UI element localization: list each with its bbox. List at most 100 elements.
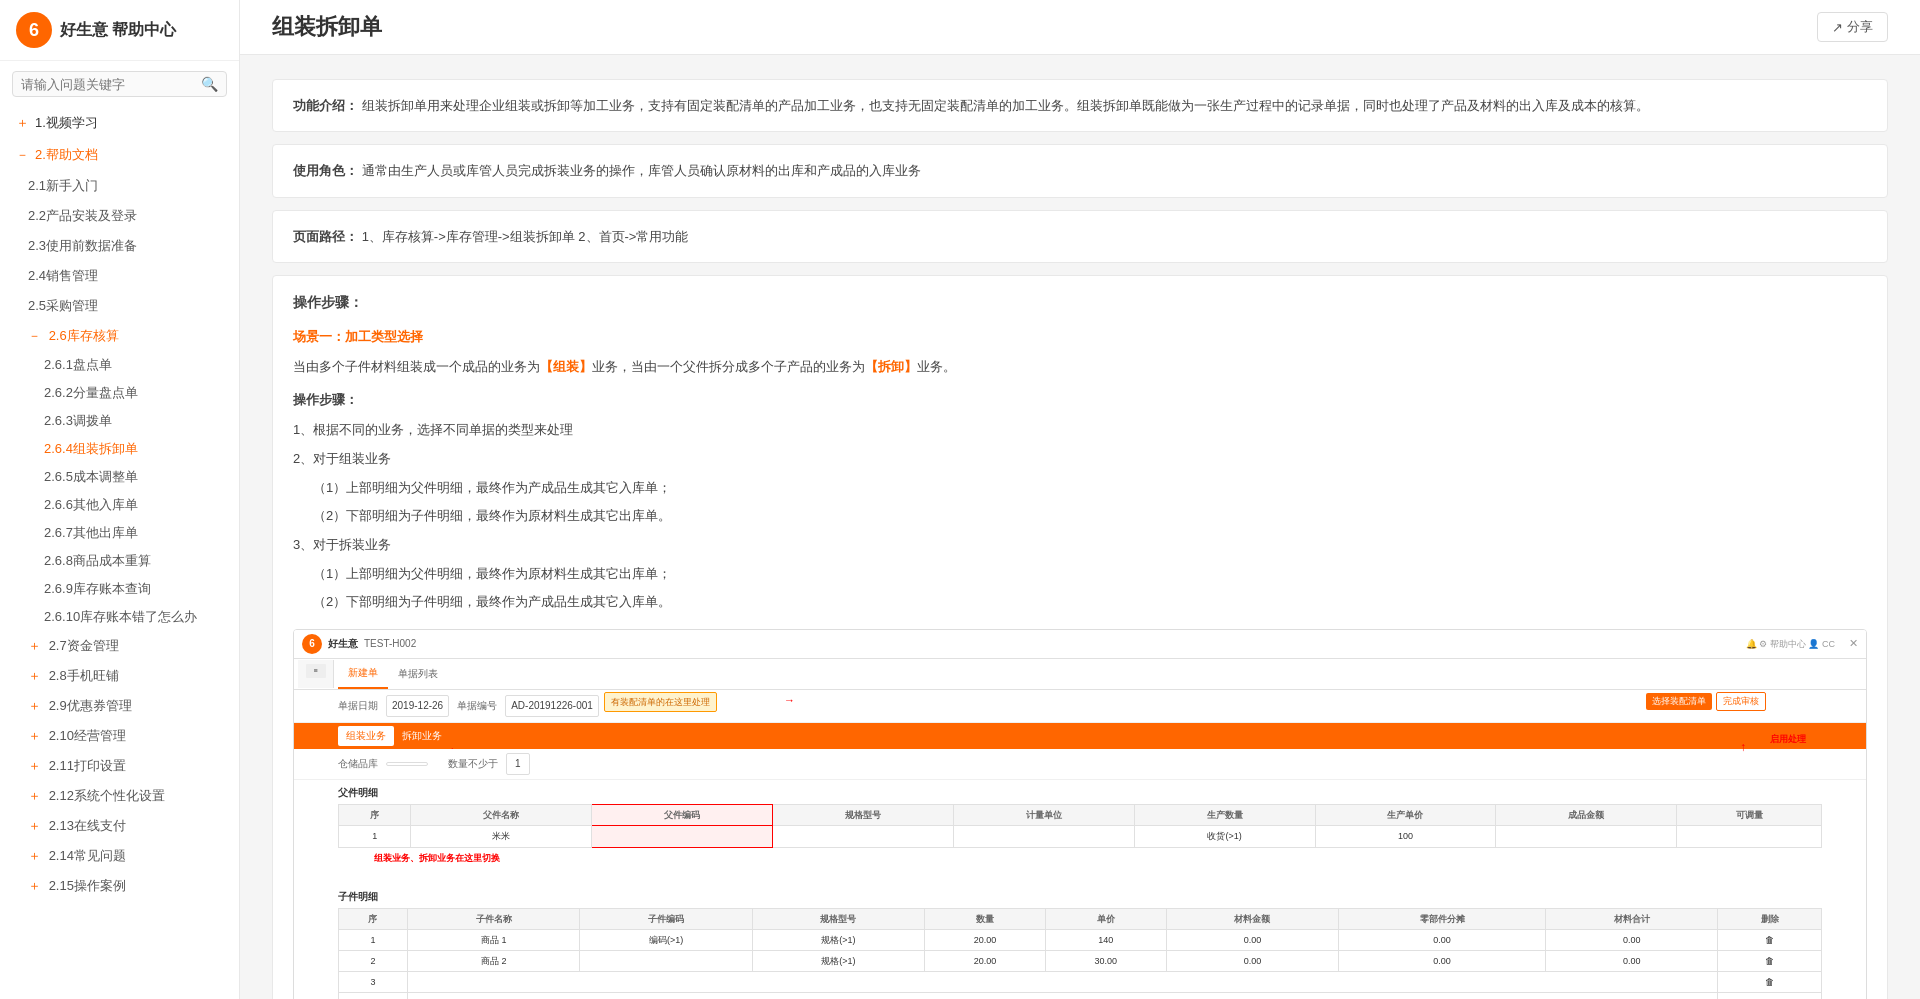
sim-lth-child-name: 子件名称 <box>407 908 579 929</box>
sim-ltd-mat1: 0.00 <box>1166 929 1338 950</box>
sim-lower-table: 序 子件名称 子件编码 规格型号 数量 单价 材料金额 零部件分摊 材料合计 <box>338 908 1822 999</box>
sim-td-seq: 1 <box>339 826 411 847</box>
step3-sub1: （1）上部明细为父件明细，最终作为原材料生成其它出库单； <box>313 562 1867 585</box>
search-box[interactable]: 🔍 <box>12 71 227 97</box>
sim-lth-child-code: 子件编码 <box>580 908 752 929</box>
page-title: 组装拆卸单 <box>272 12 382 42</box>
sidebar-item-2-12-label: 2.12系统个性化设置 <box>49 788 165 803</box>
sidebar-item-2-3[interactable]: 2.3使用前数据准备 <box>28 231 239 261</box>
sidebar-item-2-7[interactable]: ＋ 2.7资金管理 <box>28 631 239 661</box>
sim-ltd-empty4 <box>407 993 1718 999</box>
sim-action-btns: 选择装配清单 完成审核 <box>1646 692 1766 711</box>
sim-ltd-total1: 0.00 <box>1546 929 1718 950</box>
sim-orange-type-bar: 组装业务 拆卸业务 组装业务、拆卸业务在这里切换 ↑ <box>294 723 1866 749</box>
sim-screenshot: 6 好生意 TEST-H002 🔔 ⚙ 帮助中心 👤 CC ✕ ≡ 新建单 <box>294 630 1866 999</box>
sim-date-value: 2019-12-26 <box>386 695 449 717</box>
sim-tab-list[interactable]: 单据列表 <box>388 660 448 688</box>
role-section: 使用角色： 通常由生产人员或库管人员完成拆装业务的操作，库管人员确认原材料的出库… <box>272 144 1888 197</box>
sidebar-item-2-6-1[interactable]: 2.6.1盘点单 <box>44 351 239 379</box>
sidebar-item-2-6-10[interactable]: 2.6.10库存账本错了怎么办 <box>44 603 239 631</box>
sim-btn-confirm[interactable]: 完成审核 <box>1716 692 1766 711</box>
intro-section: 功能介绍： 组装拆卸单用来处理企业组装或拆卸等加工业务，支持有固定装配清单的产品… <box>272 79 1888 132</box>
table-row: 3 🗑 <box>339 972 1822 993</box>
sidebar-item-2-4[interactable]: 2.4销售管理 <box>28 261 239 291</box>
sim-notice-text: 有装配清单的在这里处理 <box>604 692 717 712</box>
sim-lower-table-title: 子件明细 <box>338 886 1822 908</box>
sim-nav-icon-1: ≡ <box>306 664 326 678</box>
sidebar-item-2-5[interactable]: 2.5采购管理 <box>28 291 239 321</box>
minus-icon-2-6: － <box>28 328 41 343</box>
sidebar-item-2-6-4[interactable]: 2.6.4组装拆卸单 <box>44 435 239 463</box>
sim-ltd-seq3: 3 <box>339 972 408 993</box>
sidebar-item-2-13-label: 2.13在线支付 <box>49 818 126 833</box>
sim-warehouse-input[interactable] <box>386 762 428 766</box>
sidebar-item-2-6-9[interactable]: 2.6.9库存账本查询 <box>44 575 239 603</box>
sidebar-item-2-11[interactable]: ＋ 2.11打印设置 <box>28 751 239 781</box>
screenshot-container: 6 好生意 TEST-H002 🔔 ⚙ 帮助中心 👤 CC ✕ ≡ 新建单 <box>293 629 1867 999</box>
sim-ltd-del3[interactable]: 🗑 <box>1718 972 1822 993</box>
role-label: 使用角色： <box>293 163 358 178</box>
sidebar-item-2-2[interactable]: 2.2产品安装及登录 <box>28 201 239 231</box>
search-input[interactable] <box>21 77 201 92</box>
sim-ltd-del2[interactable]: 🗑 <box>1718 951 1822 972</box>
sidebar-item-2-6-6[interactable]: 2.6.6其他入库单 <box>44 491 239 519</box>
sim-brand: 好生意 <box>328 635 358 653</box>
sim-td-parent-code[interactable] <box>592 826 773 847</box>
sidebar-item-2-14[interactable]: ＋ 2.14常见问题 <box>28 841 239 871</box>
sim-tabs: 新建单 单据列表 <box>334 659 1862 689</box>
sim-td-parent-name: 米米 <box>411 826 592 847</box>
sim-qty-input[interactable]: 1 <box>506 753 530 775</box>
app-logo: 6 <box>16 12 52 48</box>
sim-type-disassemble[interactable]: 拆卸业务 <box>402 727 442 745</box>
sidebar-item-2-8[interactable]: ＋ 2.8手机旺铺 <box>28 661 239 691</box>
sidebar-item-2-6-3[interactable]: 2.6.3调拨单 <box>44 407 239 435</box>
ops-section: 操作步骤： 场景一：加工类型选择 当由多个子件材料组装成一个成品的业务为【组装】… <box>272 275 1888 999</box>
sidebar-item-2-6-7[interactable]: 2.6.7其他出库单 <box>44 519 239 547</box>
sim-tab-new[interactable]: 新建单 <box>338 659 388 689</box>
sidebar-item-2-12[interactable]: ＋ 2.12系统个性化设置 <box>28 781 239 811</box>
sim-lower-table-body: 1 商品 1 编码(>1) 规格(>1) 20.00 140 0.00 0.00… <box>339 929 1822 999</box>
sidebar-header: 6 好生意 帮助中心 <box>0 0 239 61</box>
sidebar-item-2-6-5[interactable]: 2.6.5成本调整单 <box>44 463 239 491</box>
sim-lth-spec: 规格型号 <box>752 908 924 929</box>
sidebar-item-2-6[interactable]: － 2.6库存核算 <box>28 321 239 351</box>
step2-sub1: （1）上部明细为父件明细，最终作为产成品生成其它入库单； <box>313 476 1867 499</box>
step2-sub2: （2）下部明细为子件明细，最终作为原材料生成其它出库单。 <box>313 504 1867 527</box>
sidebar-item-2-8-label: 2.8手机旺铺 <box>49 668 119 683</box>
sidebar-item-2-9[interactable]: ＋ 2.9优惠券管理 <box>28 691 239 721</box>
sim-close-icon[interactable]: ✕ <box>1849 634 1858 654</box>
path-label: 页面路径： <box>293 229 358 244</box>
sidebar-item-2-1[interactable]: 2.1新手入门 <box>28 171 239 201</box>
search-icon[interactable]: 🔍 <box>201 76 218 92</box>
sim-order-value: AD-20191226-001 <box>505 695 599 717</box>
ops-title: 操作步骤： <box>293 290 1867 315</box>
sim-ltd-name2: 商品 2 <box>407 951 579 972</box>
sim-nav-icons: ≡ <box>298 660 334 688</box>
sidebar-sub-2-6: 2.6.1盘点单 2.6.2分量盘点单 2.6.3调拨单 2.6.4组装拆卸单 … <box>28 351 239 631</box>
sim-ltd-seq4: 4 <box>339 993 408 999</box>
sim-ltd-name1: 商品 1 <box>407 929 579 950</box>
sidebar-item-2-10[interactable]: ＋ 2.10经营管理 <box>28 721 239 751</box>
sim-tabs-row: ≡ 新建单 单据列表 <box>294 659 1866 690</box>
sim-td-unit <box>953 826 1134 847</box>
app-name: 好生意 帮助中心 <box>60 20 176 41</box>
sidebar-item-2-11-label: 2.11打印设置 <box>49 758 126 773</box>
sim-type-assembly[interactable]: 组装业务 <box>338 726 394 746</box>
sim-btn-select[interactable]: 选择装配清单 <box>1646 693 1712 710</box>
scene1-title: 场景一：加工类型选择 <box>293 325 1867 348</box>
sidebar-item-video[interactable]: ＋ 1.视频学习 <box>0 107 239 139</box>
sim-annotation-area1: 组装业务、拆卸业务在这里切换 ← <box>294 848 1866 884</box>
sidebar-item-help-docs[interactable]: － 2.帮助文档 <box>0 139 239 171</box>
sim-ltd-del1[interactable]: 🗑 <box>1718 929 1822 950</box>
intro-label: 功能介绍： <box>293 98 358 113</box>
sim-ltd-qty2: 20.00 <box>925 951 1046 972</box>
sidebar-item-2-15[interactable]: ＋ 2.15操作案例 <box>28 871 239 901</box>
sim-ltd-del4[interactable]: 🗑 <box>1718 993 1822 999</box>
sidebar-item-2-6-8[interactable]: 2.6.8商品成本重算 <box>44 547 239 575</box>
sim-td-produce-qty[interactable]: 收货(>1) <box>1134 826 1315 847</box>
sim-upper-section-header: 父件明细 <box>294 780 1866 804</box>
share-button[interactable]: ↗ 分享 <box>1817 12 1888 42</box>
sidebar-item-2-6-2[interactable]: 2.6.2分量盘点单 <box>44 379 239 407</box>
sidebar-item-2-13[interactable]: ＋ 2.13在线支付 <box>28 811 239 841</box>
path-section: 页面路径： 1、库存核算->库存管理->组装拆卸单 2、首页->常用功能 <box>272 210 1888 263</box>
